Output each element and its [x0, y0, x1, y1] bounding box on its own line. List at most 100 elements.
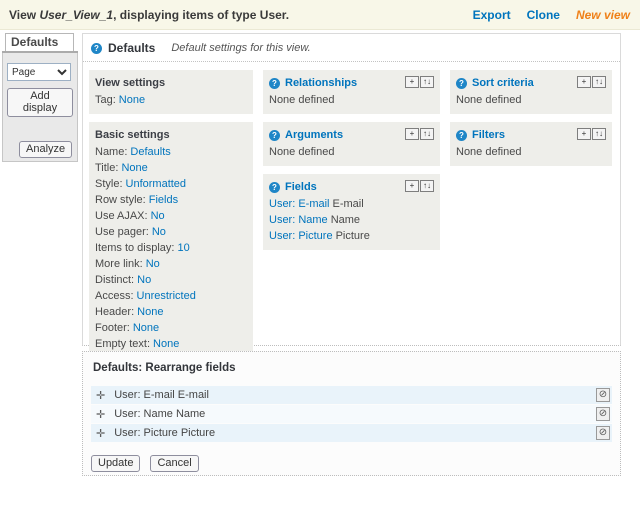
name-value-link[interactable]: Defaults	[130, 146, 170, 158]
add-field-button[interactable]: +	[405, 180, 419, 192]
tab-defaults[interactable]: Defaults	[5, 33, 74, 51]
rearrange-row-label: User: Name Name	[114, 408, 206, 420]
display-type-select[interactable]: Page	[7, 63, 71, 81]
clone-link[interactable]: Clone	[527, 8, 560, 22]
plus-icon: +	[409, 129, 415, 138]
setting-row-more-link: More link: No	[95, 258, 160, 270]
distinct-value-link[interactable]: No	[137, 274, 151, 286]
view-suffix: , displaying items of type User.	[113, 7, 290, 22]
help-icon[interactable]: ?	[269, 77, 280, 89]
more-link-value-link[interactable]: No	[146, 258, 160, 270]
remove-field-button[interactable]: ⊘	[596, 388, 610, 402]
display-settings-panel: ? Defaults Default settings for this vie…	[82, 33, 621, 374]
rearrange-row-label: User: Picture Picture	[114, 427, 216, 439]
field-email-link[interactable]: User: E-mail	[269, 198, 330, 210]
relationships-title-link[interactable]: Relationships	[285, 75, 357, 91]
setting-row-items: Items to display: 10	[95, 242, 190, 254]
sort-criteria-title-link[interactable]: Sort criteria	[472, 75, 534, 91]
help-icon[interactable]: ?	[456, 129, 467, 141]
row-style-value-link[interactable]: Fields	[149, 194, 178, 206]
new-view-link[interactable]: New view	[576, 8, 630, 22]
sort-criteria-empty-text: None defined	[456, 94, 522, 106]
items-value-link[interactable]: 10	[177, 242, 189, 254]
drag-handle-icon[interactable]: ✛	[96, 427, 105, 440]
rearrange-title: Defaults: Rearrange fields	[93, 362, 236, 374]
page-header: View User_View_1, displaying items of ty…	[0, 0, 640, 30]
add-sort-button[interactable]: +	[577, 76, 591, 88]
setting-row-distinct: Distinct: No	[95, 274, 152, 286]
field-picture-link[interactable]: User: Picture	[269, 230, 333, 242]
field-row-name: User: Name Name	[269, 214, 361, 226]
rearrange-filters-button[interactable]: ↑↓	[592, 128, 606, 140]
empty-text-value-link[interactable]: None	[153, 338, 179, 350]
analyze-button[interactable]: Analyze	[19, 141, 73, 158]
relationships-box: ? Relationships + ↑↓ None defined	[263, 70, 440, 114]
updown-arrows-icon: ↑↓	[595, 77, 603, 86]
updown-arrows-icon: ↑↓	[423, 181, 431, 190]
filters-title-link[interactable]: Filters	[472, 127, 505, 143]
view-label: View	[9, 7, 40, 22]
setting-row-title: Title: None	[95, 162, 148, 174]
setting-row-footer: Footer: None	[95, 322, 160, 334]
help-icon[interactable]: ?	[91, 42, 102, 54]
add-relationship-button[interactable]: +	[405, 76, 419, 88]
use-ajax-value-link[interactable]: No	[151, 210, 165, 222]
use-pager-value-link[interactable]: No	[152, 226, 166, 238]
filters-empty-text: None defined	[456, 146, 522, 158]
defaults-subtitle: Default settings for this view.	[171, 42, 311, 54]
help-icon[interactable]: ?	[456, 77, 467, 89]
arguments-empty-text: None defined	[269, 146, 335, 158]
display-controls-panel: Page Add display Analyze	[2, 53, 78, 162]
rearrange-relationships-button[interactable]: ↑↓	[420, 76, 434, 88]
add-argument-button[interactable]: +	[405, 128, 419, 140]
drag-handle-icon[interactable]: ✛	[96, 408, 105, 421]
filters-box: ? Filters + ↑↓ None defined	[450, 122, 612, 166]
basic-settings-title: Basic settings	[95, 129, 170, 141]
display-sidebar: Defaults Page Add display Analyze	[2, 33, 78, 162]
footer-value-link[interactable]: None	[133, 322, 159, 334]
fields-title-link[interactable]: Fields	[285, 179, 317, 195]
rearrange-row-email: ✛ User: E-mail E-mail ⊘	[91, 386, 612, 404]
setting-row-row-style: Row style: Fields	[95, 194, 179, 206]
cancel-circle-icon: ⊘	[598, 427, 608, 438]
help-icon[interactable]: ?	[269, 129, 280, 141]
drag-handle-icon[interactable]: ✛	[96, 389, 105, 402]
defaults-header: ? Defaults Default settings for this vie…	[83, 34, 620, 62]
updown-arrows-icon: ↑↓	[423, 129, 431, 138]
defaults-title: Defaults	[108, 41, 156, 55]
updown-arrows-icon: ↑↓	[423, 77, 431, 86]
page-title: View User_View_1, displaying items of ty…	[9, 8, 289, 22]
cancel-button[interactable]: Cancel	[150, 455, 199, 472]
field-row-picture: User: Picture Picture	[269, 230, 370, 242]
tag-value-link[interactable]: None	[119, 94, 145, 106]
title-value-link[interactable]: None	[121, 162, 147, 174]
plus-icon: +	[581, 129, 587, 138]
rearrange-row-picture: ✛ User: Picture Picture ⊘	[91, 424, 612, 442]
relationships-empty-text: None defined	[269, 94, 335, 106]
remove-field-button[interactable]: ⊘	[596, 426, 610, 440]
setting-row-access: Access: Unrestricted	[95, 290, 196, 302]
access-value-link[interactable]: Unrestricted	[137, 290, 196, 302]
rearrange-row-name: ✛ User: Name Name ⊘	[91, 405, 612, 423]
arguments-title-link[interactable]: Arguments	[285, 127, 343, 143]
rearrange-row-label: User: E-mail E-mail	[114, 389, 209, 401]
update-button[interactable]: Update	[91, 455, 141, 472]
rearrange-sorts-button[interactable]: ↑↓	[592, 76, 606, 88]
add-filter-button[interactable]: +	[577, 128, 591, 140]
setting-row-use-ajax: Use AJAX: No	[95, 210, 165, 222]
help-icon[interactable]: ?	[269, 181, 280, 193]
field-name-link[interactable]: User: Name	[269, 214, 328, 226]
add-display-button[interactable]: Add display	[7, 88, 73, 117]
field-row-email: User: E-mail E-mail	[269, 198, 364, 210]
view-settings-box: View settings Tag: None	[89, 70, 253, 114]
remove-field-button[interactable]: ⊘	[596, 407, 610, 421]
export-link[interactable]: Export	[473, 8, 511, 22]
sort-criteria-box: ? Sort criteria + ↑↓ None defined	[450, 70, 612, 114]
header-value-link[interactable]: None	[137, 306, 163, 318]
setting-row-empty-text: Empty text: None	[95, 338, 180, 350]
rearrange-arguments-button[interactable]: ↑↓	[420, 128, 434, 140]
updown-arrows-icon: ↑↓	[595, 129, 603, 138]
plus-icon: +	[409, 181, 415, 190]
rearrange-fields-button[interactable]: ↑↓	[420, 180, 434, 192]
style-value-link[interactable]: Unformatted	[126, 178, 187, 190]
